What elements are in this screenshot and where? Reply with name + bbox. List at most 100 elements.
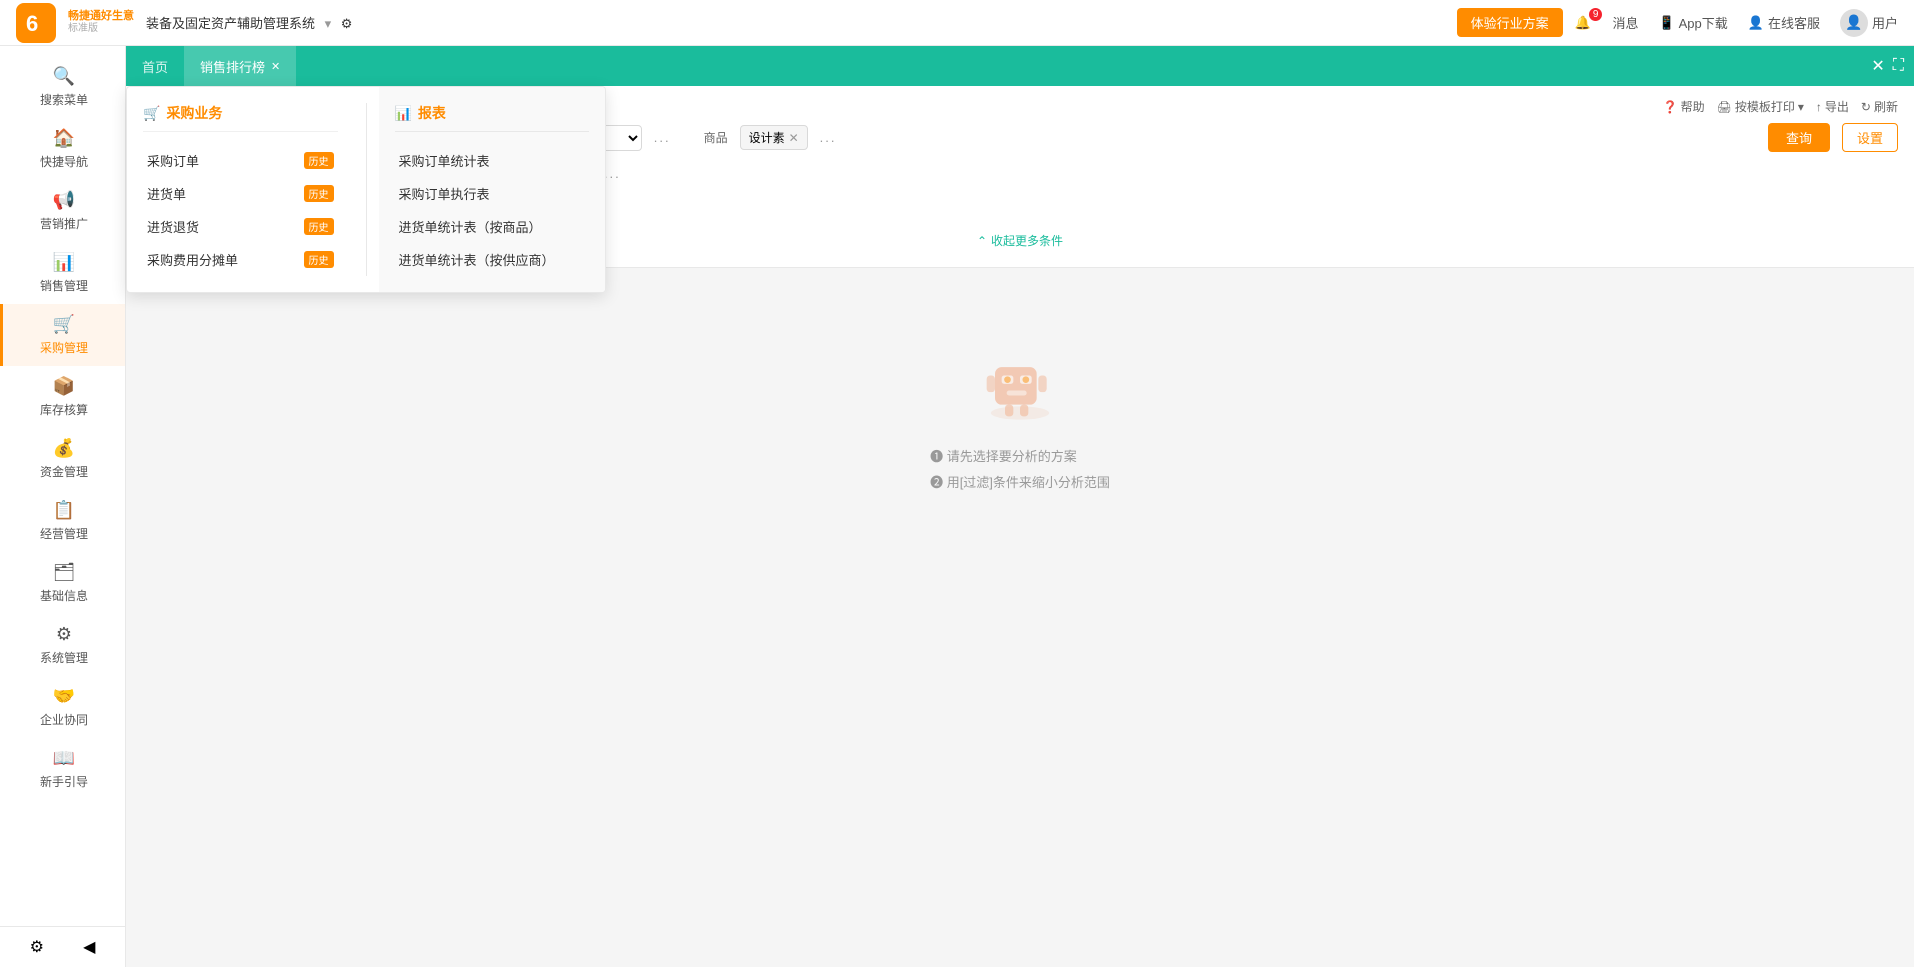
bell-icon: 🔔 [1575, 15, 1591, 31]
tab-close-btn[interactable]: ✕ [1871, 56, 1884, 76]
guide-icon: 📖 [53, 748, 75, 769]
hist-badge-0: 历史 [304, 152, 334, 169]
sidebar-item-guide[interactable]: 📖 新手引导 [0, 738, 125, 800]
report-label-0: 采购订单统计表 [399, 154, 490, 169]
system-title-dropdown[interactable]: ▾ [325, 16, 332, 31]
search-icon: 🔍 [53, 66, 75, 87]
tab-bar: 首页 销售排行榜 ✕ ✕ ⛶ [126, 46, 1914, 86]
sidebar-item-basic-info[interactable]: 🗂 基础信息 [0, 552, 125, 614]
print-btn[interactable]: 🖨 按模板打印 ▾ [1717, 98, 1804, 115]
online-service-label: 在线客服 [1768, 13, 1820, 32]
tab-home-label: 首页 [142, 57, 168, 76]
export-label: 导出 [1825, 98, 1849, 115]
sidebar-item-finance[interactable]: 💰 资金管理 [0, 428, 125, 490]
sidebar-item-marketing[interactable]: 📢 营销推广 [0, 180, 125, 242]
basic-info-icon: 🗂 [53, 562, 76, 583]
goods-tag-close[interactable]: ✕ [789, 131, 799, 145]
tab-home[interactable]: 首页 [126, 46, 184, 86]
app-slogan: 畅捷通好生意 [68, 10, 134, 23]
print-icon: 🖨 [1717, 100, 1732, 114]
app-download-btn[interactable]: 📱 App下载 [1658, 13, 1727, 32]
dropdown-label-goods-in: 进货单 [147, 184, 186, 203]
sidebar-label-guide: 新手引导 [40, 773, 88, 790]
dropdown-item-purchase-cost[interactable]: 采购费用分摊单 历史 [143, 243, 338, 276]
industry-btn[interactable]: 体验行业方案 [1457, 8, 1563, 37]
report-item-2[interactable]: 进货单统计表（按商品） [395, 210, 590, 243]
hist-badge-3: 历史 [304, 251, 334, 268]
report-item-0[interactable]: 采购订单统计表 [395, 144, 590, 177]
query-btn[interactable]: 查询 [1768, 123, 1830, 152]
top-actions: 🔔 9 消息 📱 App下载 👤 在线客服 👤 用户 [1575, 9, 1898, 37]
purchase-business-col: 🛒 采购业务 采购订单 历史 进货单 历史 进货退货 历史 采购费用分摊单 历史 [143, 103, 338, 276]
dropdown-label-purchase-order: 采购订单 [147, 151, 199, 170]
empty-line1: ❶ 请先选择要分析的方案 [930, 444, 1110, 470]
refresh-btn[interactable]: ↻ 刷新 [1861, 98, 1898, 115]
refresh-icon: ↻ [1861, 100, 1871, 114]
tab-maximize-btn[interactable]: ⛶ [1893, 57, 1904, 75]
export-btn[interactable]: ↑ 导出 [1816, 98, 1849, 115]
sidebar-item-purchase[interactable]: 🛒 采购管理 [0, 304, 125, 366]
report-label-1: 采购订单执行表 [399, 187, 490, 202]
sidebar-item-enterprise[interactable]: 🤝 企业协同 [0, 676, 125, 738]
sidebar-label-finance: 资金管理 [40, 463, 88, 480]
user-btn[interactable]: 👤 用户 [1840, 9, 1898, 37]
sidebar-item-system[interactable]: ⚙ 系统管理 [0, 614, 125, 676]
sidebar-label-basic-info: 基础信息 [40, 587, 88, 604]
report-item-3[interactable]: 进货单统计表（按供应商） [395, 243, 590, 276]
home-icon: 🏠 [53, 128, 75, 149]
report-item-1[interactable]: 采购订单执行表 [395, 177, 590, 210]
refresh-label: 刷新 [1874, 98, 1898, 115]
online-service-btn[interactable]: 👤 在线客服 [1748, 13, 1820, 32]
dropdown-item-goods-in[interactable]: 进货单 历史 [143, 177, 338, 210]
marketing-icon: 📢 [53, 190, 75, 211]
set-btn[interactable]: 设置 [1842, 123, 1898, 152]
empty-line2: ❷ 用[过滤]条件来缩小分析范围 [930, 470, 1110, 496]
logo-text-block: 畅捷通好生意 标准版 [68, 10, 134, 35]
sidebar-label-operations: 经营管理 [40, 525, 88, 542]
notification-badge: 9 [1589, 8, 1603, 21]
sidebar: 🔍 搜索菜单 🏠 快捷导航 📢 营销推广 📊 销售管理 🛒 采购管理 📦 库存核… [0, 46, 126, 967]
sidebar-item-quick-nav[interactable]: 🏠 快捷导航 [0, 118, 125, 180]
tab-close-icon[interactable]: ✕ [271, 60, 280, 73]
sidebar-label-sales: 销售管理 [40, 277, 88, 294]
dropdown-item-goods-return[interactable]: 进货退货 历史 [143, 210, 338, 243]
notifications-btn[interactable]: 🔔 9 消息 [1575, 13, 1639, 32]
sidebar-label-purchase: 采购管理 [40, 339, 88, 356]
reports-col-icon: 📊 [395, 105, 412, 122]
sidebar-item-sales[interactable]: 📊 销售管理 [0, 242, 125, 304]
hist-badge-1: 历史 [304, 185, 334, 202]
goods-tag-value: 设计素 [749, 129, 785, 146]
print-dropdown-icon[interactable]: ▾ [1798, 100, 1804, 114]
sidebar-label-quick-nav: 快捷导航 [40, 153, 88, 170]
tab-sales-ranking[interactable]: 销售排行榜 ✕ [184, 46, 296, 86]
reports-col: 📊 报表 采购订单统计表 采购订单执行表 进货单统计表（按商品） 进货单统计表（… [379, 87, 606, 292]
dropdown-item-purchase-order[interactable]: 采购订单 历史 [143, 144, 338, 177]
headset-icon: 👤 [1748, 15, 1764, 31]
system-title: 装备及固定资产辅助管理系统 ▾ ⚙ [146, 13, 1445, 32]
avatar: 👤 [1840, 9, 1868, 37]
sidebar-label-enterprise: 企业协同 [40, 711, 88, 728]
operations-icon: 📋 [53, 500, 75, 521]
finance-icon: 💰 [53, 438, 75, 459]
notifications-label: 消息 [1612, 13, 1638, 32]
reports-col-label: 报表 [418, 103, 446, 123]
app-edition: 标准版 [68, 23, 134, 35]
svg-text:6: 6 [26, 11, 38, 36]
settings-icon[interactable]: ⚙ [341, 16, 353, 31]
export-icon: ↑ [1816, 100, 1822, 114]
sidebar-collapse-icon[interactable]: ◀ [83, 937, 95, 957]
sidebar-item-search[interactable]: 🔍 搜索菜单 [0, 56, 125, 118]
sidebar-label-inventory: 库存核算 [40, 401, 88, 418]
dropdown-label-purchase-cost: 采购费用分摊单 [147, 250, 238, 269]
goods-tag: 设计素 ✕ [740, 125, 808, 150]
user-label: 用户 [1872, 13, 1898, 32]
purchase-col-icon: 🛒 [143, 105, 160, 122]
empty-illustration [970, 348, 1070, 428]
help-btn[interactable]: ❓ 帮助 [1663, 98, 1705, 115]
sidebar-item-operations[interactable]: 📋 经营管理 [0, 490, 125, 552]
sidebar-bottom: ⚙ ◀ [0, 926, 125, 967]
sidebar-settings-icon[interactable]: ⚙ [30, 937, 44, 957]
dropdown-label-goods-return: 进货退货 [147, 217, 199, 236]
app-logo: 6 [16, 3, 56, 43]
sidebar-item-inventory[interactable]: 📦 库存核算 [0, 366, 125, 428]
